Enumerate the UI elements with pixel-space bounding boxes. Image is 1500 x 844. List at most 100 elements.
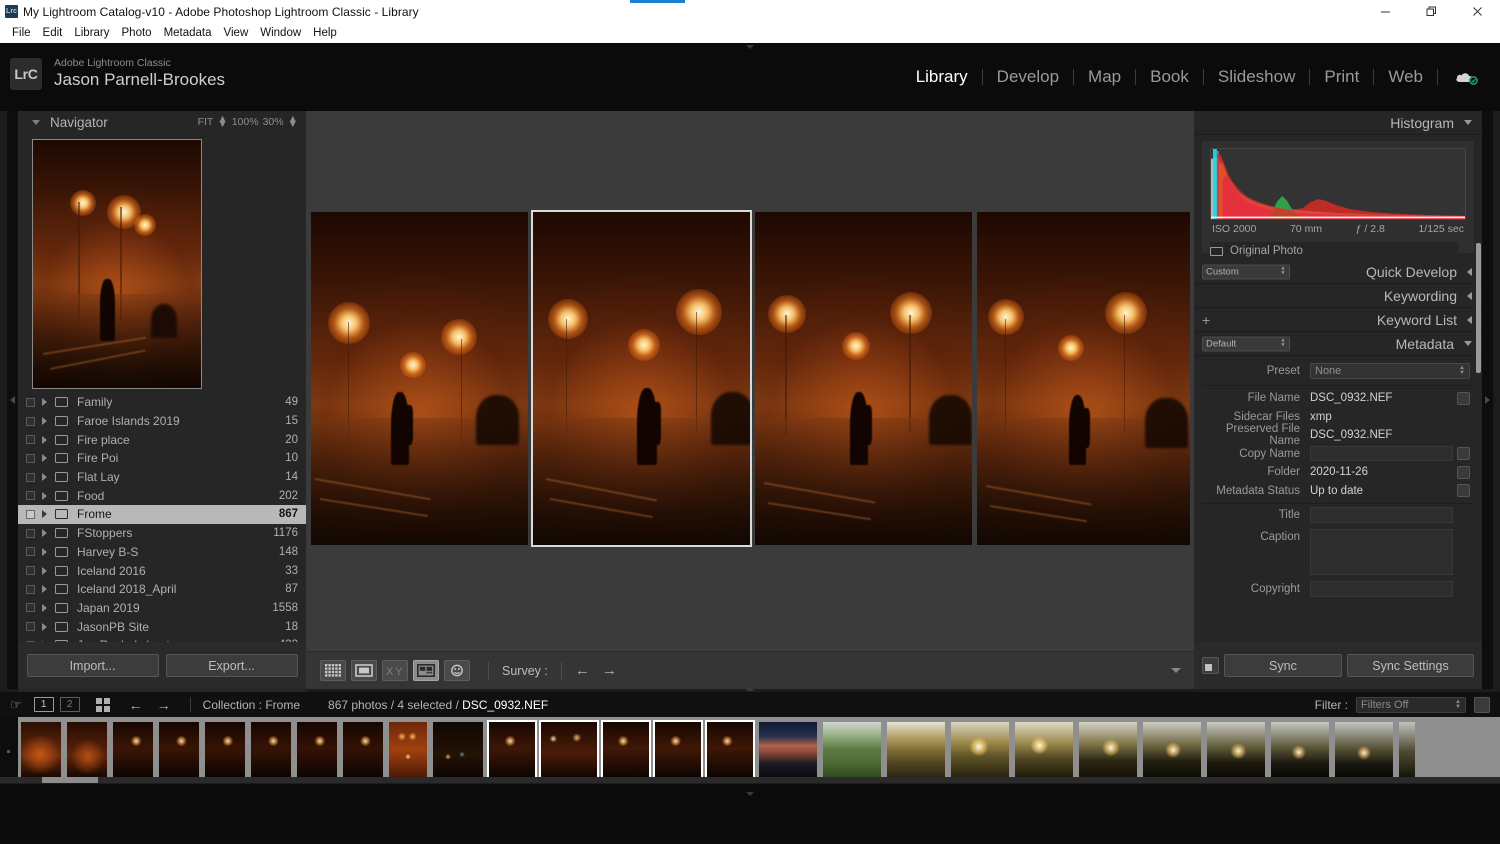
filmstrip-thumbnail[interactable] — [1015, 722, 1073, 778]
original-photo-row[interactable]: Original Photo — [1210, 242, 1458, 260]
chevron-right-icon[interactable] — [42, 622, 47, 631]
arrow-right-icon[interactable]: → — [157, 697, 171, 713]
metadata-view-select[interactable]: Default ▲ ▼ — [1202, 336, 1290, 351]
menu-item-window[interactable]: Window — [254, 23, 307, 43]
metadata-text-input[interactable] — [1310, 581, 1453, 597]
metadata-text-input[interactable] — [1310, 507, 1453, 523]
exif-iso[interactable]: ISO 2000 — [1212, 223, 1256, 235]
collection-checkbox[interactable] — [26, 622, 35, 632]
chevron-right-icon[interactable] — [42, 398, 47, 407]
filmstrip[interactable] — [0, 717, 1500, 783]
chevron-right-icon[interactable] — [42, 417, 47, 426]
right-panel-toggle[interactable] — [1482, 111, 1493, 689]
chevron-down-icon[interactable] — [32, 119, 40, 125]
metadata-field-row[interactable]: Preserved File Name DSC_0932.NEF — [1194, 423, 1482, 447]
filmstrip-thumbnail[interactable] — [67, 722, 107, 778]
chevron-right-icon[interactable] — [42, 491, 47, 500]
chevron-down-icon[interactable] — [1464, 341, 1472, 346]
metadata-field-input[interactable] — [1310, 446, 1453, 462]
sync-settings-button[interactable]: Sync Settings — [1346, 654, 1474, 677]
collection-row[interactable]: Frome 867 — [18, 505, 306, 524]
screen-2-button[interactable]: 2 — [59, 697, 80, 712]
arrow-left-icon[interactable]: ← — [129, 697, 143, 713]
filmstrip-thumbnail[interactable] — [1399, 722, 1415, 778]
quick-develop-preset-select[interactable]: Custom ▲ ▼ — [1202, 264, 1290, 279]
filmstrip-thumbnail[interactable] — [1079, 722, 1137, 778]
left-panel-toggle[interactable] — [7, 111, 18, 689]
collection-checkbox[interactable] — [26, 453, 35, 463]
navigator-preview[interactable] — [32, 139, 202, 389]
collection-row[interactable]: Japan 2019 1558 — [18, 599, 306, 618]
filmstrip-thumbnail[interactable] — [705, 720, 755, 780]
survey-cell-1[interactable] — [311, 212, 528, 545]
keywording-header[interactable]: Keywording — [1194, 284, 1482, 308]
collection-row[interactable]: JasonPB Site 18 — [18, 617, 306, 636]
module-web[interactable]: Web — [1374, 67, 1437, 87]
loupe-view-icon[interactable] — [351, 660, 377, 681]
metadata-text-input[interactable] — [1310, 529, 1453, 575]
collection-row[interactable]: Iceland 2016 33 — [18, 561, 306, 580]
navigator-fit-label[interactable]: FIT — [198, 116, 214, 128]
filmstrip-thumbnail[interactable] — [823, 722, 881, 778]
grabber-icon[interactable]: ☞ — [10, 697, 22, 713]
metadata-header[interactable]: Default ▲ ▼ Metadata — [1194, 332, 1482, 356]
cloud-sync-icon[interactable] — [1454, 67, 1480, 87]
identity-plate[interactable]: LrC Adobe Lightroom Classic Jason Parnel… — [10, 57, 225, 90]
filmstrip-thumbnail[interactable] — [887, 722, 945, 778]
arrow-right-icon[interactable]: → — [602, 663, 617, 678]
filmstrip-scrollbar[interactable] — [0, 777, 1500, 783]
chevron-down-icon[interactable] — [1464, 120, 1472, 125]
module-book[interactable]: Book — [1136, 67, 1203, 87]
chevron-right-icon[interactable] — [42, 603, 47, 612]
filter-select[interactable]: Filters Off ▲ ▼ — [1356, 696, 1466, 713]
filmstrip-thumbnail[interactable] — [1207, 722, 1265, 778]
export-button[interactable]: Export... — [165, 654, 298, 677]
sync-button[interactable]: Sync — [1223, 654, 1342, 677]
navigator-zoom-stepper[interactable]: ▲ ▼ — [288, 114, 298, 130]
exif-focal-length[interactable]: 70 mm — [1290, 223, 1322, 235]
chevron-right-icon[interactable] — [42, 585, 47, 594]
collection-checkbox[interactable] — [26, 547, 35, 557]
survey-cell-2[interactable] — [531, 210, 752, 547]
histogram-header[interactable]: Histogram — [1194, 111, 1482, 135]
filmstrip-thumbnail[interactable] — [539, 720, 599, 780]
histogram-canvas[interactable] — [1210, 148, 1466, 220]
close-button[interactable] — [1454, 0, 1500, 23]
module-map[interactable]: Map — [1074, 67, 1135, 87]
collection-checkbox[interactable] — [26, 566, 35, 576]
collection-row[interactable]: FStoppers 1176 — [18, 524, 306, 543]
filmstrip-thumbnail[interactable] — [433, 722, 483, 778]
sync-indicator-icon[interactable] — [1202, 657, 1219, 674]
metadata-field-row[interactable]: Copy Name — [1194, 445, 1482, 464]
filmstrip-thumbnail[interactable] — [251, 722, 291, 778]
chevron-left-icon[interactable] — [1467, 267, 1472, 276]
chevron-right-icon[interactable] — [42, 510, 47, 519]
people-view-icon[interactable] — [444, 660, 470, 681]
minimize-button[interactable] — [1362, 0, 1408, 23]
metadata-field-action-icon[interactable] — [1457, 484, 1470, 498]
maximize-restore-button[interactable] — [1408, 0, 1454, 23]
keyword-list-header[interactable]: + Keyword List — [1194, 308, 1482, 332]
menu-item-edit[interactable]: Edit — [37, 23, 69, 43]
plus-icon[interactable]: + — [1202, 313, 1210, 327]
exif-aperture[interactable]: ƒ / 2.8 — [1356, 223, 1385, 235]
menu-item-view[interactable]: View — [218, 23, 255, 43]
filmstrip-thumbnail[interactable] — [159, 722, 199, 778]
chevron-down-icon[interactable] — [1171, 668, 1181, 673]
chevron-right-icon[interactable] — [42, 566, 47, 575]
chevron-right-icon[interactable] — [42, 435, 47, 444]
collection-checkbox[interactable] — [26, 397, 35, 407]
metadata-text-row[interactable]: Copyright — [1194, 581, 1482, 603]
collection-row[interactable]: Fire place 20 — [18, 430, 306, 449]
top-panel-grip[interactable] — [746, 45, 754, 49]
module-slideshow[interactable]: Slideshow — [1204, 67, 1310, 87]
chevron-left-icon[interactable] — [1467, 291, 1472, 300]
metadata-field-row[interactable]: Folder 2020-11-26 — [1194, 463, 1482, 482]
screen-1-button[interactable]: 1 — [33, 697, 54, 712]
chevron-right-icon[interactable] — [42, 454, 47, 463]
collection-checkbox[interactable] — [26, 472, 35, 482]
collection-checkbox[interactable] — [26, 416, 35, 426]
filmstrip-thumbnail[interactable] — [21, 722, 61, 778]
menu-item-help[interactable]: Help — [307, 23, 343, 43]
survey-view-icon[interactable] — [413, 660, 439, 681]
